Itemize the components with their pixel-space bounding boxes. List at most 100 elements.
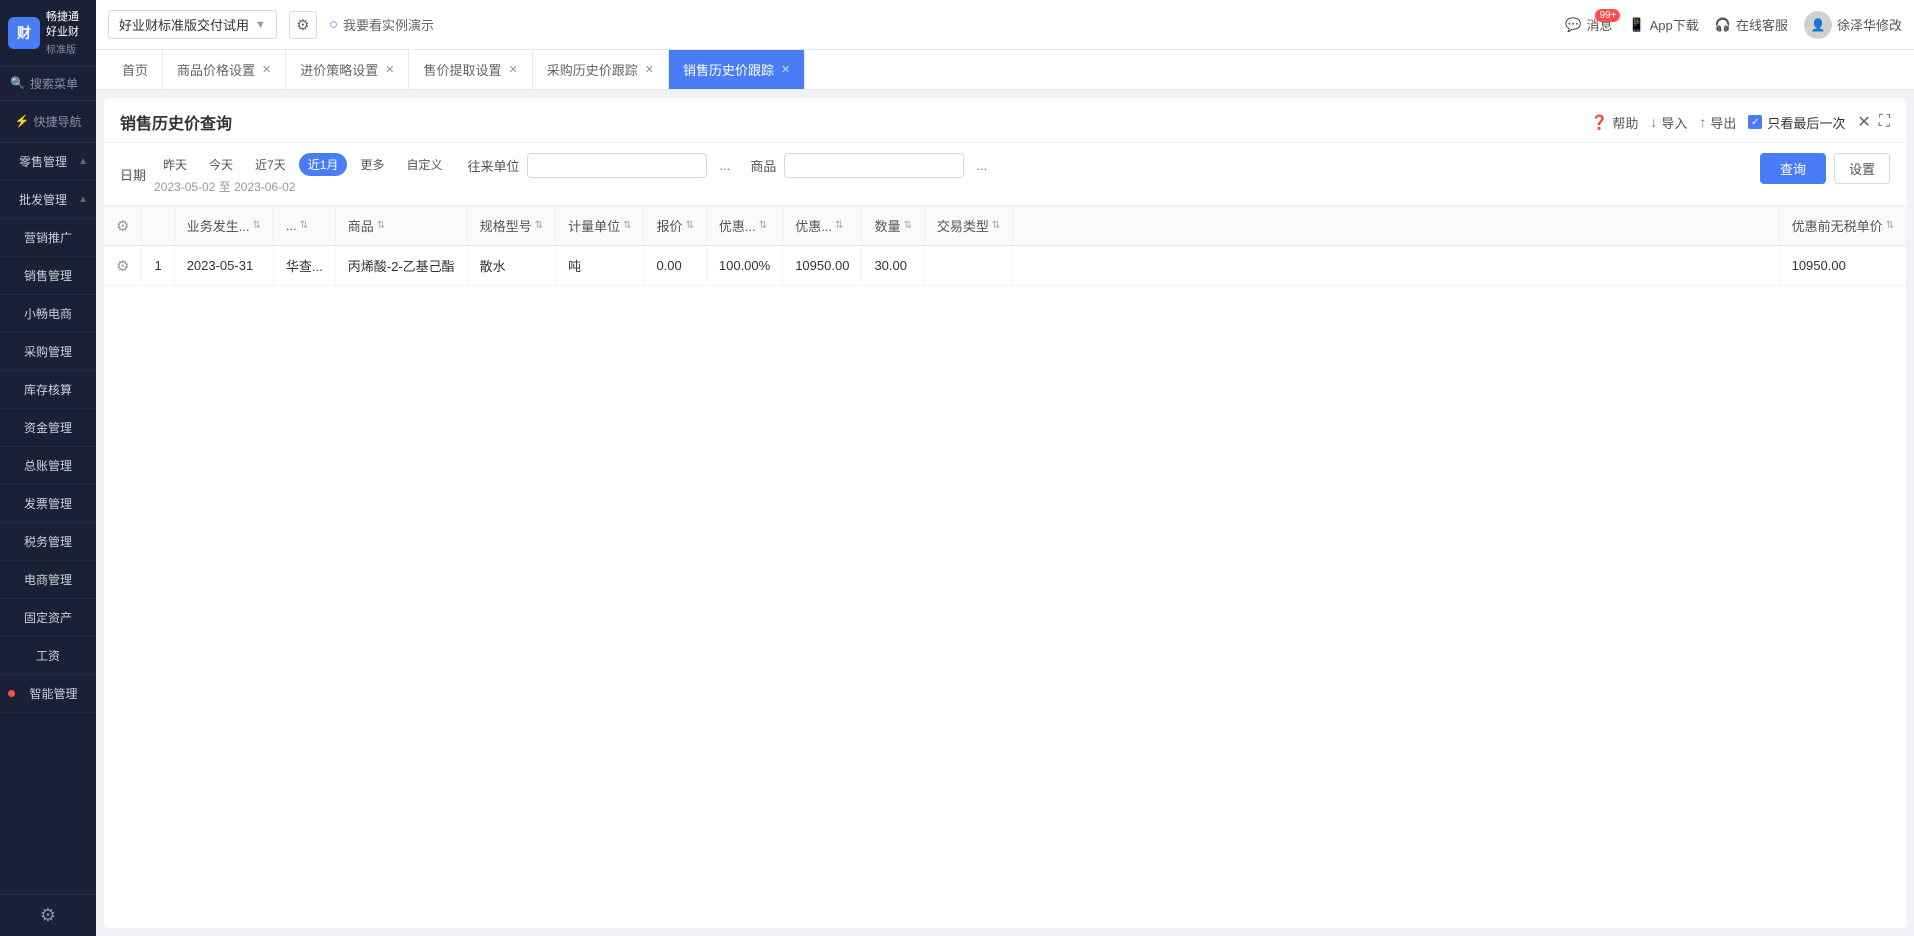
sidebar-item-12[interactable]: 固定资产	[0, 599, 96, 637]
th-unit[interactable]: 计量单位⇅	[556, 206, 644, 246]
table-row[interactable]: ⚙12023-05-31华查...丙烯酸-2-乙基己酯散水吨0.00100.00…	[104, 246, 1906, 286]
sidebar-item-label-6: 库存核算	[8, 381, 88, 398]
only-last-checkbox-group[interactable]: ✓ 只看最后一次	[1748, 113, 1845, 132]
date-btn-0[interactable]: 昨天	[154, 153, 196, 176]
sidebar-item-13[interactable]: 工资	[0, 637, 96, 675]
tab-close-1[interactable]: ✕	[262, 63, 271, 76]
supplier-label: 往来单位	[467, 156, 519, 175]
sort-icon-trade_type[interactable]: ⇅	[992, 220, 1000, 231]
tab-4[interactable]: 采购历史价跟踪✕	[533, 50, 669, 90]
th-col3[interactable]: ...⇅	[273, 206, 335, 246]
app-download-button[interactable]: 📱 App下载	[1628, 15, 1698, 34]
date-btn-2[interactable]: 近7天	[246, 153, 295, 176]
sort-icon-discount1[interactable]: ⇅	[759, 220, 767, 231]
sort-icon-product[interactable]: ⇅	[377, 220, 385, 231]
sidebar-item-6[interactable]: 库存核算	[0, 371, 96, 409]
sidebar-item-label-13: 工资	[8, 647, 88, 664]
import-button[interactable]: ↓ 导入	[1650, 113, 1687, 132]
user-info[interactable]: 👤 徐泽华修改	[1804, 11, 1902, 39]
sidebar-bottom-settings[interactable]: ⚙	[0, 894, 96, 936]
th-product[interactable]: 商品⇅	[335, 206, 467, 246]
tab-close-4[interactable]: ✕	[645, 63, 654, 76]
sidebar-item-0[interactable]: 零售管理▲	[0, 143, 96, 181]
tab-1[interactable]: 商品价格设置✕	[163, 50, 286, 90]
page-actions: ❓ 帮助 ↓ 导入 ↑ 导出 ✓ 只看最后一次 ✕ ⛶	[1591, 112, 1890, 132]
version-label: 好业财标准版交付试用	[119, 15, 249, 34]
product-filter-group: 商品 ...	[750, 153, 991, 178]
sidebar-item-4[interactable]: 小畅电商	[0, 295, 96, 333]
date-filter-label: 日期	[120, 165, 146, 184]
th-pre_tax_price[interactable]: 优惠前无税单价⇅	[1779, 206, 1906, 246]
tab-5[interactable]: 销售历史价跟踪✕	[669, 50, 805, 90]
sidebar-search[interactable]: 🔍 搜索菜单	[0, 67, 96, 101]
app-icon: 📱	[1628, 17, 1644, 33]
row-gear-icon-0[interactable]: ⚙	[116, 258, 129, 275]
th-trade_type[interactable]: 交易类型⇅	[924, 206, 1012, 246]
tab-2[interactable]: 进价策略设置✕	[286, 50, 409, 90]
sort-icon-unit[interactable]: ⇅	[623, 220, 631, 231]
sort-icon-price[interactable]: ⇅	[685, 220, 693, 231]
help-button[interactable]: ❓ 帮助	[1591, 113, 1638, 132]
demo-icon: ○	[329, 16, 338, 33]
message-button[interactable]: 💬 消息 99+	[1565, 15, 1612, 34]
settings-button[interactable]: 设置	[1834, 153, 1890, 184]
sidebar-item-7[interactable]: 资金管理	[0, 409, 96, 447]
sidebar-item-9[interactable]: 发票管理	[0, 485, 96, 523]
sort-icon-business_date[interactable]: ⇅	[253, 220, 261, 231]
th-gear: ⚙	[104, 206, 142, 246]
expand-window-button[interactable]: ⛶	[1879, 113, 1890, 131]
sidebar-item-11[interactable]: 电商管理	[0, 561, 96, 599]
sort-icon-spec[interactable]: ⇅	[535, 220, 543, 231]
topbar-right: 💬 消息 99+ 📱 App下载 🎧 在线客服 👤 徐泽华修改	[1565, 11, 1902, 39]
sort-icon-pre_tax_price[interactable]: ⇅	[1886, 220, 1894, 231]
sort-icon-col3[interactable]: ⇅	[300, 220, 308, 231]
sidebar-nav[interactable]: ⚡ 快捷导航	[0, 101, 96, 143]
demo-button[interactable]: ○ 我要看实例演示	[329, 15, 434, 34]
date-btn-4[interactable]: 更多	[351, 153, 393, 176]
product-input[interactable]	[784, 153, 964, 178]
sidebar-item-14[interactable]: 智能管理	[0, 675, 96, 713]
sidebar-item-2[interactable]: 营销推广	[0, 219, 96, 257]
supplier-dots[interactable]: ...	[715, 156, 734, 175]
tabbar: 首页商品价格设置✕进价策略设置✕售价提取设置✕采购历史价跟踪✕销售历史价跟踪✕	[96, 50, 1914, 90]
settings-icon: ⚙	[40, 905, 56, 926]
sort-icon-discount2[interactable]: ⇅	[835, 220, 843, 231]
th-discount2[interactable]: 优惠...⇅	[783, 206, 862, 246]
gear-button[interactable]: ⚙	[289, 11, 317, 39]
table-gear-icon[interactable]: ⚙	[116, 218, 129, 235]
supplier-input[interactable]	[527, 153, 707, 178]
tab-close-3[interactable]: ✕	[509, 63, 518, 76]
tab-0[interactable]: 首页	[108, 50, 163, 90]
product-dots[interactable]: ...	[972, 156, 991, 175]
avatar: 👤	[1804, 11, 1832, 39]
sidebar-item-10[interactable]: 税务管理	[0, 523, 96, 561]
sidebar-item-3[interactable]: 销售管理	[0, 257, 96, 295]
service-button[interactable]: 🎧 在线客服	[1715, 15, 1788, 34]
tab-close-5[interactable]: ✕	[781, 63, 790, 76]
th-price[interactable]: 报价⇅	[644, 206, 706, 246]
query-button[interactable]: 查询	[1760, 153, 1826, 184]
th-label-product: 商品	[348, 216, 374, 235]
sort-icon-quantity[interactable]: ⇅	[903, 220, 911, 231]
date-btn-1[interactable]: 今天	[200, 153, 242, 176]
th-discount1[interactable]: 优惠...⇅	[706, 206, 782, 246]
sidebar-item-label-12: 固定资产	[8, 609, 88, 626]
only-last-checkbox[interactable]: ✓	[1748, 115, 1762, 129]
tab-close-2[interactable]: ✕	[385, 63, 394, 76]
th-quantity[interactable]: 数量⇅	[862, 206, 924, 246]
th-business_date[interactable]: 业务发生...⇅	[174, 206, 273, 246]
version-select[interactable]: 好业财标准版交付试用 ▼	[108, 10, 277, 39]
td-col3-0: 华查...	[273, 246, 335, 286]
tab-3[interactable]: 售价提取设置✕	[409, 50, 532, 90]
sidebar-item-8[interactable]: 总账管理	[0, 447, 96, 485]
sidebar-item-5[interactable]: 采购管理	[0, 333, 96, 371]
date-btn-5[interactable]: 自定义	[397, 153, 451, 176]
export-button[interactable]: ↑ 导出	[1699, 113, 1736, 132]
close-window-button[interactable]: ✕	[1857, 112, 1870, 132]
th-spec[interactable]: 规格型号⇅	[467, 206, 555, 246]
supplier-filter-group: 往来单位 ...	[467, 153, 734, 178]
red-dot-14	[8, 690, 15, 697]
date-btn-3[interactable]: 近1月	[299, 153, 348, 176]
sidebar-arrow-1: ▲	[78, 194, 88, 205]
sidebar-item-1[interactable]: 批发管理▲	[0, 181, 96, 219]
